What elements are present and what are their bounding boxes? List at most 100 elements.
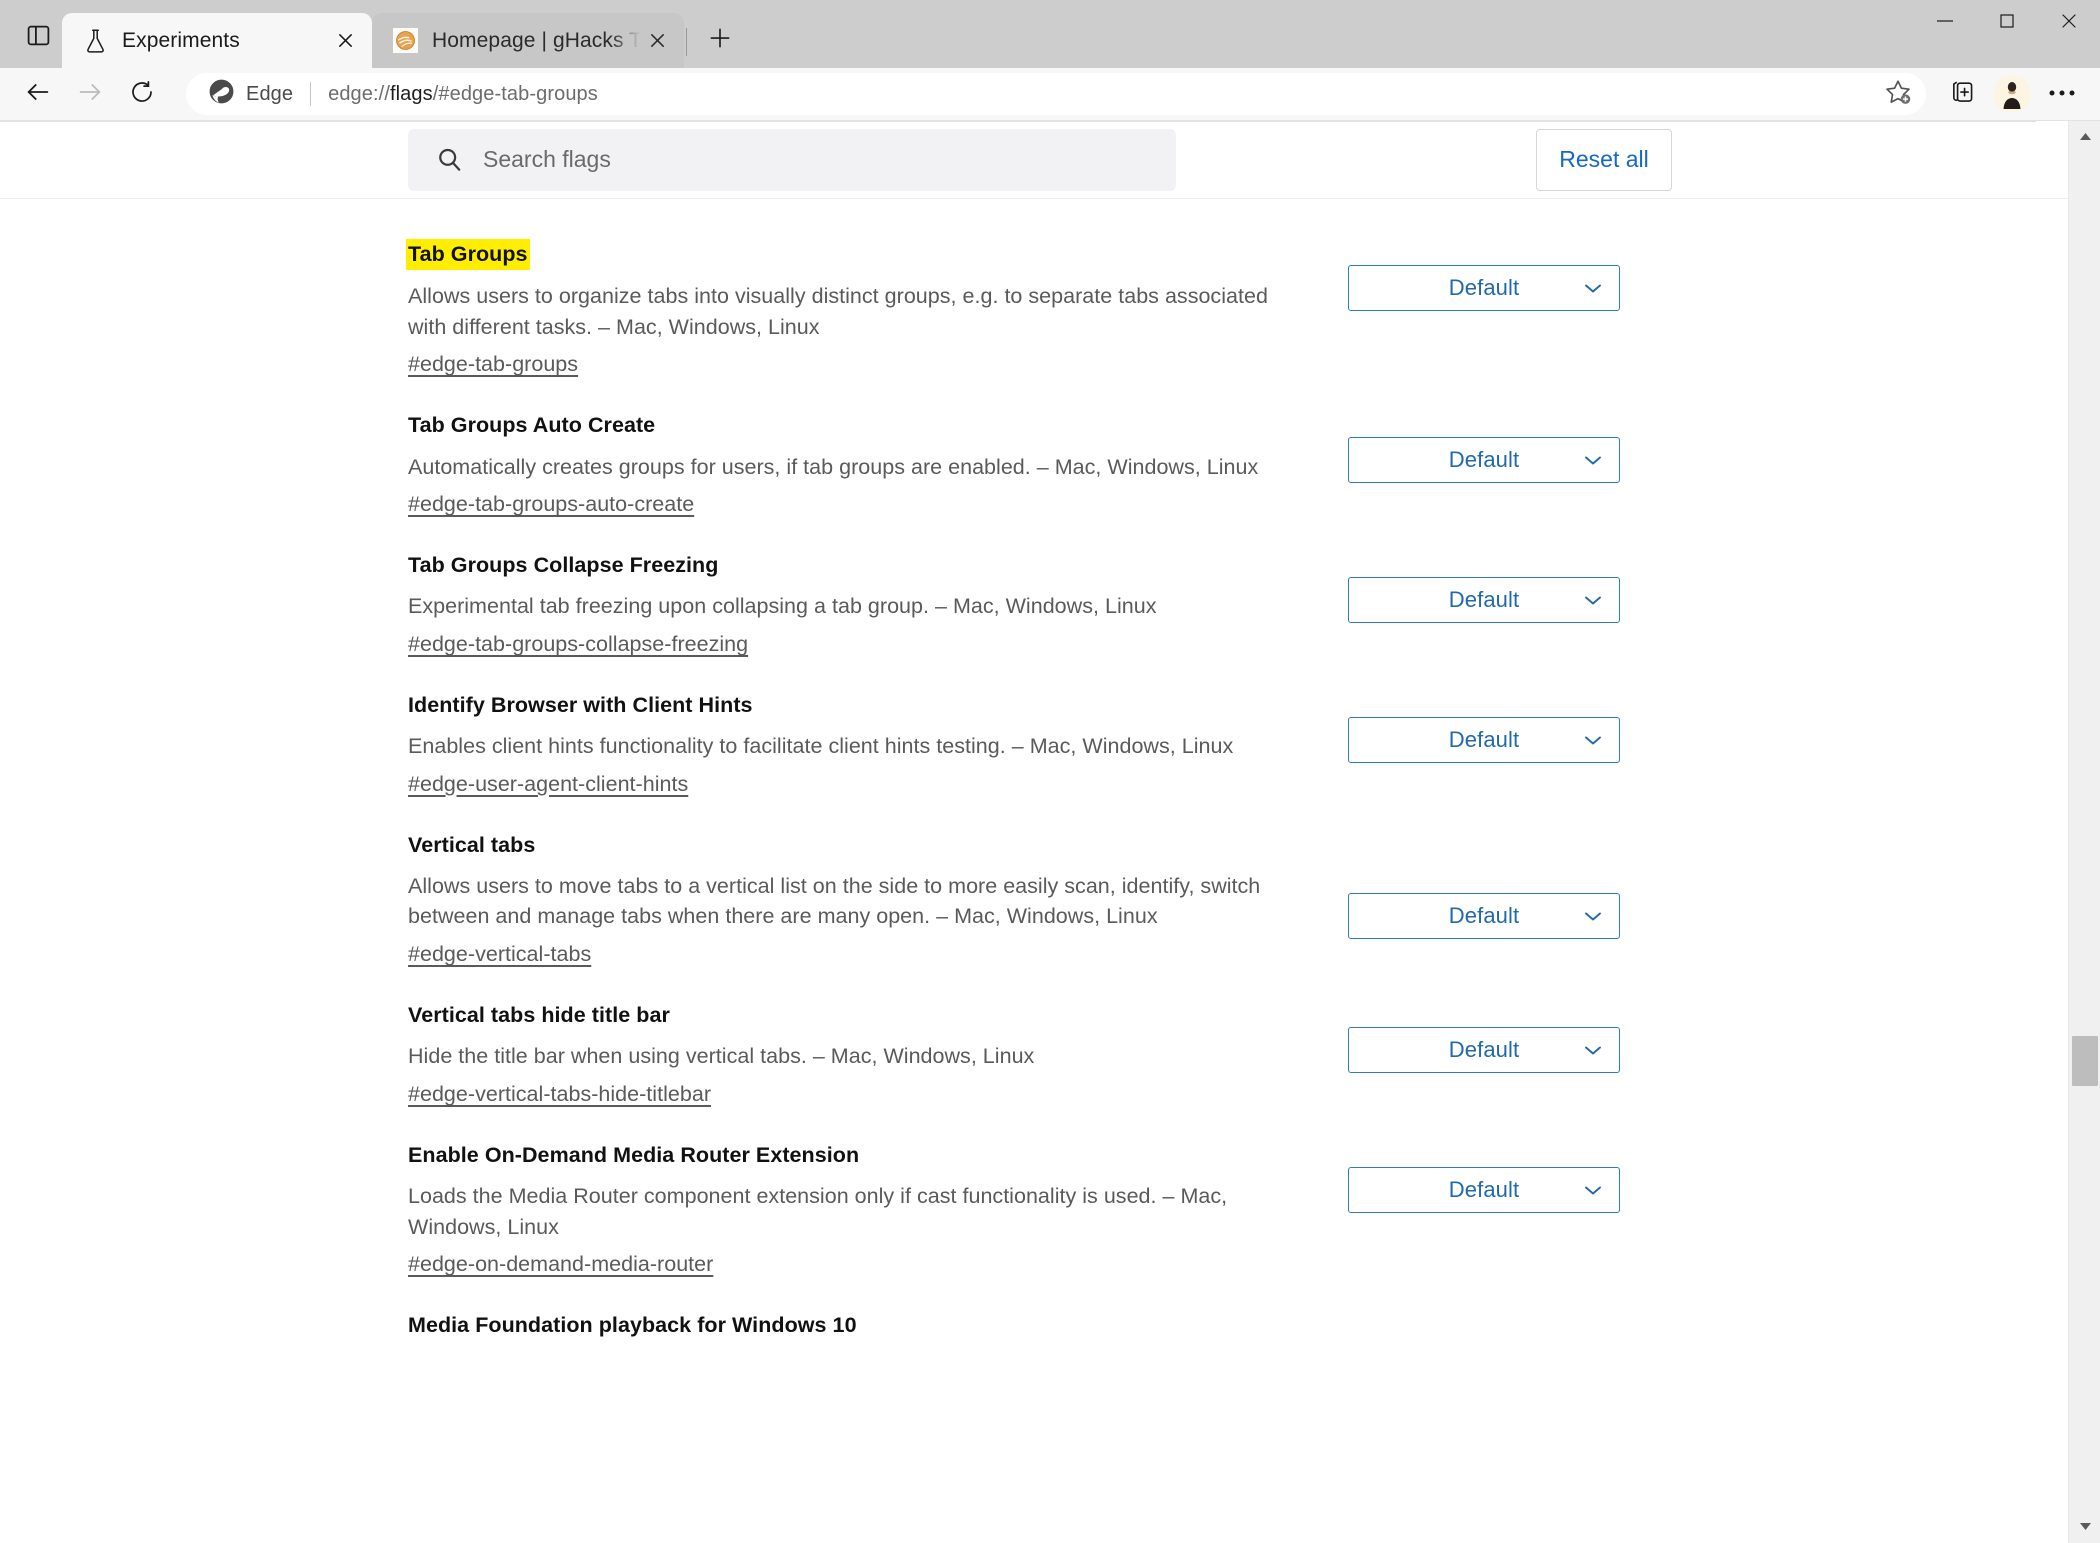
star-plus-icon xyxy=(1884,78,1912,111)
flag-anchor-link[interactable]: #edge-tab-groups xyxy=(408,352,578,377)
maximize-button[interactable] xyxy=(1976,0,2038,46)
flag-select-wrapper: Default xyxy=(1348,892,1620,939)
flag-title: Vertical tabs xyxy=(408,832,536,857)
flag-title: Vertical tabs hide title bar xyxy=(408,1003,670,1028)
plus-icon xyxy=(707,25,733,56)
browser-toolbar: Edge edge://flags/#edge-tab-groups xyxy=(0,68,2100,121)
profile-button[interactable] xyxy=(1988,72,2036,116)
close-icon xyxy=(2060,12,2078,35)
flag-info: Tab Groups Allows users to organize tabs… xyxy=(406,239,1348,377)
ellipsis-icon xyxy=(2048,85,2076,103)
back-button[interactable] xyxy=(14,72,62,116)
scroll-up-button[interactable] xyxy=(2069,121,2100,153)
flag-value-label: Default xyxy=(1448,587,1520,613)
chevron-down-icon xyxy=(1583,594,1603,607)
close-window-button[interactable] xyxy=(2038,0,2100,46)
avatar xyxy=(1993,75,2031,113)
flag-select-wrapper: Default xyxy=(1348,1166,1620,1213)
flag-value-label: Default xyxy=(1448,902,1520,928)
scrollbar-thumb[interactable] xyxy=(2072,1036,2098,1086)
flags-page: Reset all Tab Groups Allows users to org… xyxy=(0,121,2068,1543)
tab-separator xyxy=(686,28,687,56)
flag-description: Enables client hints functionality to fa… xyxy=(408,734,1234,758)
flag-value-select[interactable]: Default xyxy=(1348,1166,1620,1213)
tab-search-button[interactable] xyxy=(14,14,62,62)
new-tab-button[interactable] xyxy=(697,17,743,63)
refresh-button[interactable] xyxy=(118,72,166,116)
flag-row: Tab Groups Auto Create Automatically cre… xyxy=(0,411,2068,517)
add-favorite-button[interactable] xyxy=(1878,74,1918,114)
flag-value-select[interactable]: Default xyxy=(1348,437,1620,484)
reset-all-button[interactable]: Reset all xyxy=(1536,128,1672,191)
title-bar: Experiments Homepage | gHacks Technology xyxy=(0,0,2100,68)
flag-value-label: Default xyxy=(1448,1037,1520,1063)
flag-info: Tab Groups Collapse Freezing Experimenta… xyxy=(408,551,1348,657)
window-controls xyxy=(1914,0,2100,46)
flag-title: Media Foundation playback for Windows 10 xyxy=(408,1313,857,1338)
url-prefix: edge:// xyxy=(328,82,390,105)
flag-value-select[interactable]: Default xyxy=(1348,1027,1620,1074)
flag-row: Vertical tabs hide title bar Hide the ti… xyxy=(0,1001,2068,1107)
tab-title: Homepage | gHacks Technology xyxy=(432,28,640,52)
url-text: edge://flags/#edge-tab-groups xyxy=(328,83,1878,106)
flag-row: Tab Groups Allows users to organize tabs… xyxy=(0,239,2068,377)
close-tab-button[interactable] xyxy=(640,24,674,58)
settings-and-more-button[interactable] xyxy=(2038,72,2086,116)
flag-row: Enable On-Demand Media Router Extension … xyxy=(0,1141,2068,1277)
flag-info: Tab Groups Auto Create Automatically cre… xyxy=(408,411,1348,517)
flags-list: Tab Groups Allows users to organize tabs… xyxy=(0,199,2068,1340)
flag-value-label: Default xyxy=(1448,275,1520,300)
flag-value-select[interactable]: Default xyxy=(1348,716,1620,763)
ghacks-icon xyxy=(392,28,418,54)
flag-anchor-link[interactable]: #edge-user-agent-client-hints xyxy=(408,772,688,797)
tab-search-icon xyxy=(26,23,51,53)
flag-anchor-link[interactable]: #edge-on-demand-media-router xyxy=(408,1252,713,1277)
tab-strip: Experiments Homepage | gHacks Technology xyxy=(62,6,743,68)
flag-description: Allows users to organize tabs into visua… xyxy=(408,284,1268,339)
flag-anchor-link[interactable]: #edge-vertical-tabs-hide-titlebar xyxy=(408,1082,711,1107)
flag-value-label: Default xyxy=(1448,447,1520,473)
collections-button[interactable] xyxy=(1938,72,1986,116)
top-divider xyxy=(0,121,2036,122)
search-input[interactable] xyxy=(483,128,1176,191)
flag-value-select[interactable]: Default xyxy=(1348,892,1620,939)
browser-tab-ghacks[interactable]: Homepage | gHacks Technology xyxy=(372,13,684,68)
flag-title: Tab Groups Auto Create xyxy=(408,413,656,438)
flag-anchor-link[interactable]: #edge-tab-groups-collapse-freezing xyxy=(408,632,748,657)
url-domain: flags xyxy=(389,82,433,105)
flag-info: Vertical tabs hide title bar Hide the ti… xyxy=(408,1001,1348,1107)
flag-value-select[interactable]: Default xyxy=(1348,577,1620,624)
chevron-down-icon xyxy=(1583,733,1603,746)
forward-button xyxy=(66,72,114,116)
caret-down-icon xyxy=(2079,1518,2092,1536)
page-viewport: Reset all Tab Groups Allows users to org… xyxy=(0,121,2100,1543)
edge-brand: Edge xyxy=(208,78,293,110)
chevron-down-icon xyxy=(1583,909,1603,922)
flag-description: Loads the Media Router component extensi… xyxy=(408,1183,1228,1239)
flag-value-label: Default xyxy=(1448,1176,1520,1202)
flag-row: Vertical tabs Allows users to move tabs … xyxy=(0,831,2068,967)
close-tab-button[interactable] xyxy=(328,24,362,58)
vertical-scrollbar[interactable] xyxy=(2068,121,2100,1543)
flag-description: Hide the title bar when using vertical t… xyxy=(408,1044,1035,1069)
address-bar[interactable]: Edge edge://flags/#edge-tab-groups xyxy=(186,73,1926,115)
minimize-button[interactable] xyxy=(1914,0,1976,46)
flag-value-select[interactable]: Default xyxy=(1348,265,1620,311)
browser-tab-experiments[interactable]: Experiments xyxy=(62,13,372,68)
refresh-icon xyxy=(129,79,155,110)
flag-anchor-link[interactable]: #edge-vertical-tabs xyxy=(408,942,591,967)
minimize-icon xyxy=(1935,14,1955,33)
search-flags-box[interactable] xyxy=(408,128,1176,191)
scroll-down-button[interactable] xyxy=(2069,1511,2100,1543)
caret-up-icon xyxy=(2079,128,2092,146)
arrow-right-icon xyxy=(76,78,104,111)
url-path: /#edge-tab-groups xyxy=(432,82,598,105)
chevron-down-icon xyxy=(1583,454,1603,467)
flag-info: Identify Browser with Client Hints Enabl… xyxy=(408,691,1348,797)
flag-select-wrapper: Default xyxy=(1348,1027,1620,1074)
flag-title: Tab Groups Collapse Freezing xyxy=(408,553,719,578)
maximize-icon xyxy=(1999,13,2015,34)
flag-row: Media Foundation playback for Windows 10 xyxy=(0,1311,2068,1340)
tab-title: Experiments xyxy=(122,28,240,52)
flag-anchor-link[interactable]: #edge-tab-groups-auto-create xyxy=(408,492,694,517)
